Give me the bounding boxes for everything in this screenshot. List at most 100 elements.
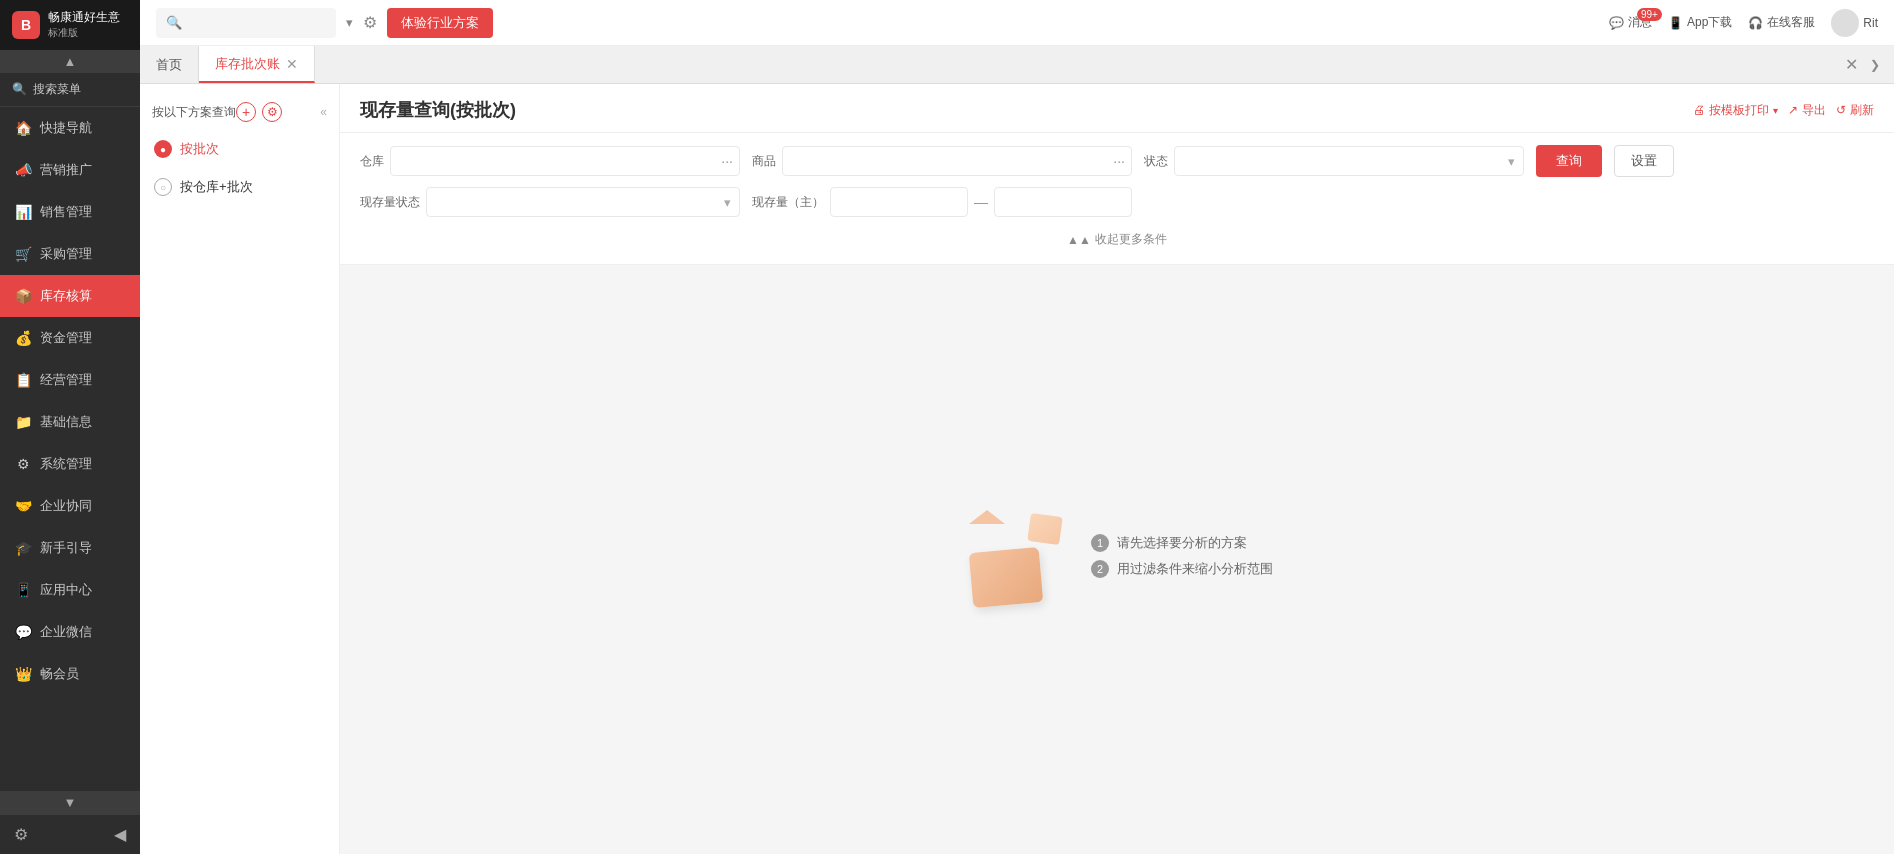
purchase-icon: 🛒 <box>14 245 32 263</box>
sidebar-item-operations[interactable]: 📋 经营管理 <box>0 359 140 401</box>
warehouse-input[interactable] <box>391 154 715 168</box>
sidebar-item-marketing[interactable]: 📣 营销推广 <box>0 149 140 191</box>
stock-status-field: 现存量状态 ▾ <box>360 187 740 217</box>
goods-more-icon[interactable]: ··· <box>1107 153 1131 169</box>
sidebar-scroll-down[interactable]: ▼ <box>0 791 140 814</box>
collapse-icon[interactable]: ◀ <box>114 825 126 844</box>
print-btn[interactable]: 🖨 按模板打印 ▾ <box>1693 102 1778 119</box>
app-logo: B <box>12 11 40 39</box>
filter-panel: 按以下方案查询 + ⚙ « ● 按批次 ○ 按仓库+批次 <box>140 84 340 854</box>
content-area: 按以下方案查询 + ⚙ « ● 按批次 ○ 按仓库+批次 现存量查询(按批次) <box>140 84 1894 854</box>
topbar-search[interactable]: 🔍 <box>156 8 336 38</box>
sidebar-item-enterprise[interactable]: 🤝 企业协同 <box>0 485 140 527</box>
filter-header: 按以下方案查询 + ⚙ « <box>140 94 339 130</box>
empty-step-1: 1 请先选择要分析的方案 <box>1091 534 1273 552</box>
sidebar-item-label: 库存核算 <box>40 287 92 305</box>
tab-home-label: 首页 <box>156 56 182 74</box>
box-lid <box>969 510 1005 524</box>
collapse-label: 收起更多条件 <box>1095 231 1167 248</box>
stock-status-dropdown-icon[interactable]: ▾ <box>716 195 739 210</box>
sidebar-item-purchase[interactable]: 🛒 采购管理 <box>0 233 140 275</box>
step-2-text: 用过滤条件来缩小分析范围 <box>1117 560 1273 578</box>
close-page-btn[interactable]: ✕ <box>1841 51 1862 78</box>
warehouse-more-icon[interactable]: ··· <box>715 153 739 169</box>
app-download-btn[interactable]: 📱 App下载 <box>1668 14 1732 31</box>
filter-header-label: 按以下方案查询 <box>152 104 236 121</box>
sidebar-item-label: 资金管理 <box>40 329 92 347</box>
export-label: 导出 <box>1802 102 1826 119</box>
tab-close-icon[interactable]: ✕ <box>286 56 298 72</box>
print-label: 按模板打印 <box>1709 102 1769 119</box>
sales-icon: 📊 <box>14 203 32 221</box>
sidebar-item-app-center[interactable]: 📱 应用中心 <box>0 569 140 611</box>
status-dropdown-icon[interactable]: ▾ <box>1500 154 1523 169</box>
add-filter-icon[interactable]: + <box>236 102 256 122</box>
step-2-num: 2 <box>1091 560 1109 578</box>
expand-page-btn[interactable]: ❯ <box>1866 54 1884 76</box>
settings-icon[interactable]: ⚙ <box>14 825 28 844</box>
sidebar-item-label: 采购管理 <box>40 245 92 263</box>
search-area: 仓库 ··· 商品 ··· <box>340 133 1894 265</box>
query-btn[interactable]: 查询 <box>1536 145 1602 177</box>
sidebar-item-label: 新手引导 <box>40 539 92 557</box>
goods-input-wrap[interactable]: ··· <box>782 146 1132 176</box>
filter-by-batch[interactable]: ● 按批次 <box>140 130 339 168</box>
online-service-btn[interactable]: 🎧 在线客服 <box>1748 14 1815 31</box>
sidebar-item-enterprise-wechat[interactable]: 💬 企业微信 <box>0 611 140 653</box>
empty-step-2: 2 用过滤条件来缩小分析范围 <box>1091 560 1273 578</box>
stock-status-input-wrap[interactable]: ▾ <box>426 187 740 217</box>
sidebar-item-new-guide[interactable]: 🎓 新手引导 <box>0 527 140 569</box>
collapse-more-btn[interactable]: ▲▲ 收起更多条件 <box>360 227 1874 252</box>
refresh-btn[interactable]: ↺ 刷新 <box>1836 102 1874 119</box>
sidebar-item-sales[interactable]: 📊 销售管理 <box>0 191 140 233</box>
sidebar: B 畅康通好生意 标准版 ▲ 🔍 搜索菜单 🏠 快捷导航 📣 营销推广 📊 销售… <box>0 0 140 854</box>
chevron-up-icon: ▲ <box>64 54 77 69</box>
sidebar-scroll-up[interactable]: ▲ <box>0 50 140 73</box>
member-icon: 👑 <box>14 665 32 683</box>
page-controls: ✕ ❯ <box>1841 51 1894 78</box>
sidebar-item-system[interactable]: ⚙ 系统管理 <box>0 443 140 485</box>
sidebar-item-quick-nav[interactable]: 🏠 快捷导航 <box>0 107 140 149</box>
filter-collapse-icon[interactable]: « <box>320 105 327 119</box>
goods-label: 商品 <box>752 153 776 170</box>
dropdown-icon[interactable]: ▾ <box>346 15 353 30</box>
sidebar-item-member[interactable]: 👑 畅会员 <box>0 653 140 695</box>
stock-qty-min-input[interactable] <box>830 187 968 217</box>
app-download-label: App下载 <box>1687 14 1732 31</box>
stock-qty-field: 现存量（主） — <box>752 187 1132 217</box>
stock-status-label: 现存量状态 <box>360 194 420 211</box>
tab-home[interactable]: 首页 <box>140 46 199 83</box>
status-input-wrap[interactable]: ▾ <box>1174 146 1524 176</box>
sidebar-nav: 🏠 快捷导航 📣 营销推广 📊 销售管理 🛒 采购管理 📦 库存核算 💰 资金管… <box>0 107 140 791</box>
gear-icon[interactable]: ⚙ <box>363 13 377 32</box>
sidebar-item-basic-info[interactable]: 📁 基础信息 <box>0 401 140 443</box>
topbar-right: 💬 消息 99+ 📱 App下载 🎧 在线客服 Rit <box>1609 9 1878 37</box>
step-1-text: 请先选择要分析的方案 <box>1117 534 1247 552</box>
sidebar-search[interactable]: 🔍 搜索菜单 <box>0 73 140 107</box>
enterprise-wechat-icon: 💬 <box>14 623 32 641</box>
sidebar-item-inventory[interactable]: 📦 库存核算 <box>0 275 140 317</box>
message-btn[interactable]: 💬 消息 99+ <box>1609 14 1652 31</box>
goods-input[interactable] <box>783 154 1107 168</box>
sidebar-item-label: 系统管理 <box>40 455 92 473</box>
filter-by-warehouse-batch[interactable]: ○ 按仓库+批次 <box>140 168 339 206</box>
tab-batch-account[interactable]: 库存批次账 ✕ <box>199 46 315 83</box>
user-avatar[interactable]: Rit <box>1831 9 1878 37</box>
settings-btn[interactable]: 设置 <box>1614 145 1674 177</box>
export-btn[interactable]: ↗ 导出 <box>1788 102 1826 119</box>
avatar-img <box>1831 9 1859 37</box>
export-icon: ↗ <box>1788 103 1798 117</box>
header-actions: 🖨 按模板打印 ▾ ↗ 导出 ↺ 刷新 <box>1693 102 1874 119</box>
goods-field: 商品 ··· <box>752 146 1132 176</box>
print-dropdown-icon[interactable]: ▾ <box>1773 105 1778 116</box>
filter-settings-icon[interactable]: ⚙ <box>262 102 282 122</box>
app-name: 畅康通好生意 <box>48 10 120 26</box>
warehouse-field: 仓库 ··· <box>360 146 740 176</box>
stock-qty-max-input[interactable] <box>994 187 1132 217</box>
chevron-down-icon: ▼ <box>64 795 77 810</box>
sidebar-item-finance[interactable]: 💰 资金管理 <box>0 317 140 359</box>
status-input[interactable] <box>1175 154 1500 168</box>
stock-status-input[interactable] <box>427 195 716 209</box>
experience-btn[interactable]: 体验行业方案 <box>387 8 493 38</box>
warehouse-input-wrap[interactable]: ··· <box>390 146 740 176</box>
